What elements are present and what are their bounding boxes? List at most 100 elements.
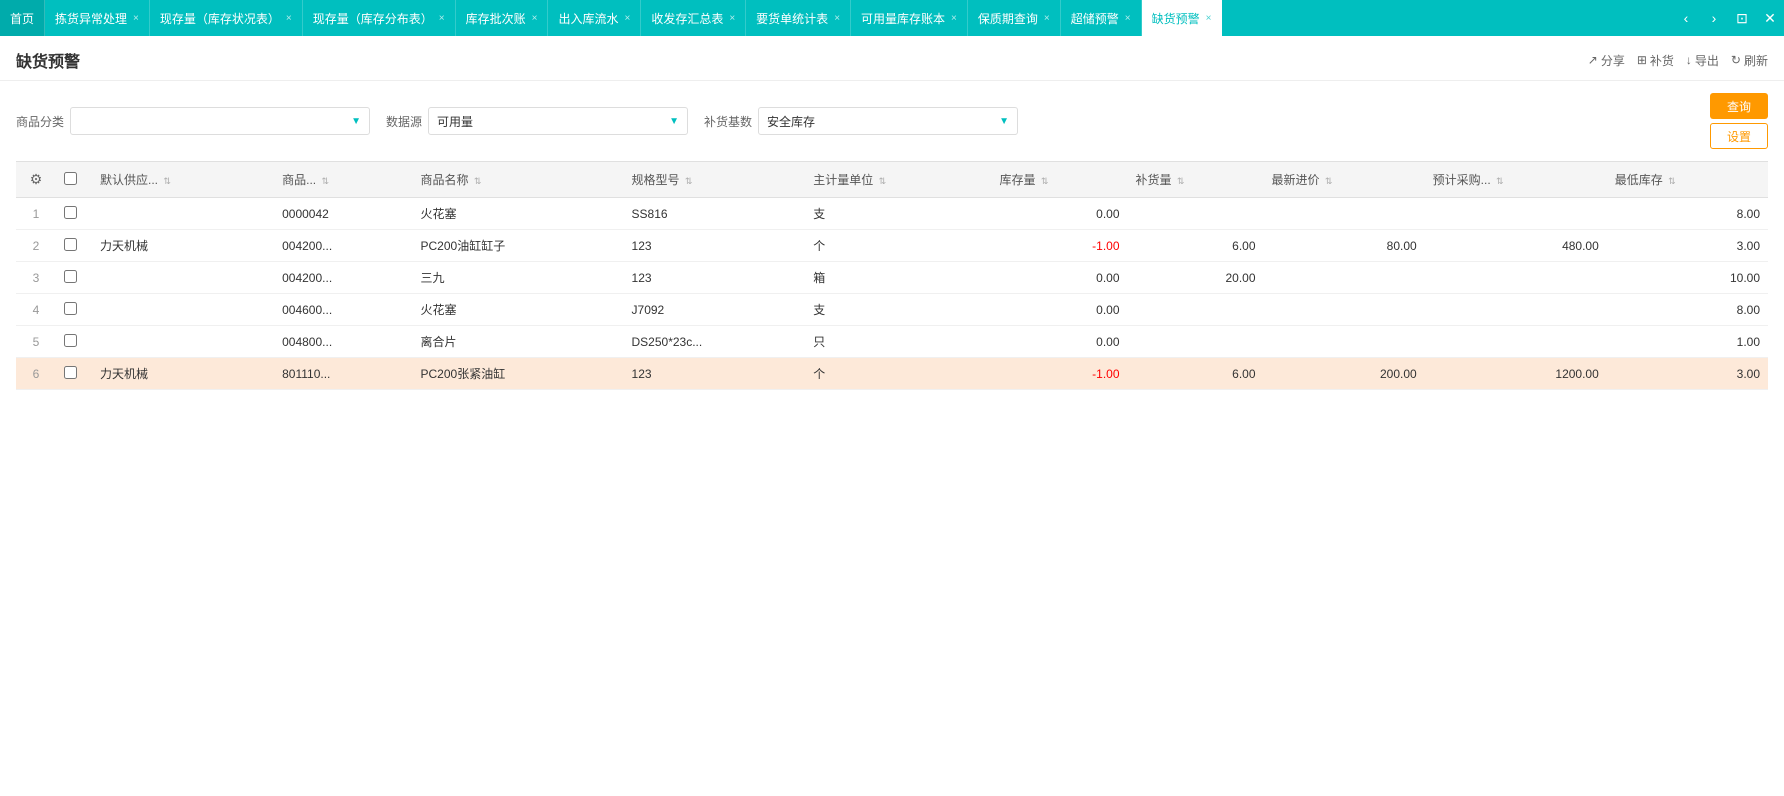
nav-tab-picking[interactable]: 拣货异常处理 × xyxy=(45,0,150,36)
row-checkbox[interactable] xyxy=(64,206,77,219)
nav-restore-button[interactable]: ⊡ xyxy=(1728,0,1756,36)
datasource-select[interactable]: 可用量 ▼ xyxy=(428,107,688,135)
row-product-name: 火花塞 xyxy=(413,198,624,230)
share-button[interactable]: ↗ 分享 xyxy=(1588,52,1625,69)
close-tab-icon[interactable]: × xyxy=(834,13,840,24)
row-stock: 0.00 xyxy=(992,294,1128,326)
row-min-stock: 3.00 xyxy=(1607,230,1768,262)
nav-tab-expiry[interactable]: 保质期查询 × xyxy=(968,0,1061,36)
row-min-stock: 1.00 xyxy=(1607,326,1768,358)
close-tab-icon[interactable]: × xyxy=(439,13,445,24)
row-stock: -1.00 xyxy=(992,358,1128,390)
row-supplier xyxy=(92,198,274,230)
replenish-base-select-value: 安全库存 xyxy=(767,113,815,130)
row-latest-price xyxy=(1264,326,1425,358)
col-replenish-qty[interactable]: 补货量 ⇅ xyxy=(1128,162,1264,198)
nav-tab-inventory2[interactable]: 现存量（库存分布表） × xyxy=(303,0,456,36)
nav-tab-inout[interactable]: 出入库流水 × xyxy=(548,0,641,36)
col-latest-price[interactable]: 最新进价 ⇅ xyxy=(1264,162,1425,198)
select-all-checkbox[interactable] xyxy=(64,172,77,185)
close-tab-icon[interactable]: × xyxy=(133,13,139,24)
replenish-button[interactable]: ⊞ 补货 xyxy=(1637,52,1674,69)
category-select[interactable]: ▼ xyxy=(70,107,370,135)
sort-arrows-icon: ⇅ xyxy=(321,176,329,186)
close-tab-icon[interactable]: × xyxy=(1125,13,1131,24)
settings-button[interactable]: 设置 xyxy=(1710,123,1768,149)
share-icon: ↗ xyxy=(1588,53,1598,67)
row-est-purchase xyxy=(1425,294,1607,326)
sort-arrows-icon: ⇅ xyxy=(474,176,482,186)
row-latest-price: 80.00 xyxy=(1264,230,1425,262)
col-est-purchase[interactable]: 预计采购... ⇅ xyxy=(1425,162,1607,198)
replenish-base-filter-group: 补货基数 安全库存 ▼ xyxy=(704,107,1018,135)
row-latest-price xyxy=(1264,198,1425,230)
row-checkbox[interactable] xyxy=(64,302,77,315)
row-spec: J7092 xyxy=(624,294,806,326)
nav-tab-inventory1[interactable]: 现存量（库存状况表） × xyxy=(150,0,303,36)
row-stock: 0.00 xyxy=(992,326,1128,358)
page-title: 缺货预警 xyxy=(16,48,80,72)
refresh-button[interactable]: ↻ 刷新 xyxy=(1731,52,1768,69)
export-icon: ↓ xyxy=(1686,53,1692,67)
col-product-name[interactable]: 商品名称 ⇅ xyxy=(413,162,624,198)
col-unit[interactable]: 主计量单位 ⇅ xyxy=(805,162,991,198)
nav-tab-demand[interactable]: 要货单统计表 × xyxy=(746,0,851,36)
row-stock: 0.00 xyxy=(992,262,1128,294)
close-tab-icon[interactable]: × xyxy=(624,13,630,24)
col-supplier[interactable]: 默认供应... ⇅ xyxy=(92,162,274,198)
row-unit: 个 xyxy=(805,358,991,390)
nav-tab-summary[interactable]: 收发存汇总表 × xyxy=(641,0,746,36)
header-actions: ↗ 分享 ⊞ 补货 ↓ 导出 ↻ 刷新 xyxy=(1588,52,1768,69)
col-settings: ⚙ xyxy=(16,162,56,198)
row-supplier xyxy=(92,326,274,358)
col-product-code[interactable]: 商品... ⇅ xyxy=(274,162,412,198)
col-stock[interactable]: 库存量 ⇅ xyxy=(992,162,1128,198)
row-checkbox-cell xyxy=(56,358,92,390)
table-body: 1 0000042 火花塞 SS816 支 0.00 8.00 2 力天机械 0… xyxy=(16,198,1768,390)
row-replenish-qty: 6.00 xyxy=(1128,230,1264,262)
row-checkbox[interactable] xyxy=(64,334,77,347)
nav-close-button[interactable]: ✕ xyxy=(1756,0,1784,36)
row-number: 3 xyxy=(16,262,56,294)
row-product-name: 三九 xyxy=(413,262,624,294)
close-tab-icon[interactable]: × xyxy=(1044,13,1050,24)
close-tab-icon[interactable]: × xyxy=(729,13,735,24)
nav-next-button[interactable]: › xyxy=(1700,0,1728,36)
row-supplier xyxy=(92,294,274,326)
row-min-stock: 10.00 xyxy=(1607,262,1768,294)
row-checkbox[interactable] xyxy=(64,238,77,251)
close-active-tab-icon[interactable]: × xyxy=(1206,13,1212,24)
sort-arrows-icon: ⇅ xyxy=(1496,176,1504,186)
row-checkbox-cell xyxy=(56,262,92,294)
close-tab-icon[interactable]: × xyxy=(286,13,292,24)
query-button[interactable]: 查询 xyxy=(1710,93,1768,119)
row-unit: 箱 xyxy=(805,262,991,294)
category-label: 商品分类 xyxy=(16,113,64,130)
row-spec: 123 xyxy=(624,230,806,262)
row-est-purchase: 480.00 xyxy=(1425,230,1607,262)
nav-tab-batch[interactable]: 库存批次账 × xyxy=(456,0,549,36)
nav-prev-button[interactable]: ‹ xyxy=(1672,0,1700,36)
replenish-base-select[interactable]: 安全库存 ▼ xyxy=(758,107,1018,135)
nav-tab-home[interactable]: 首页 xyxy=(0,0,45,36)
row-est-purchase xyxy=(1425,326,1607,358)
row-est-purchase: 1200.00 xyxy=(1425,358,1607,390)
row-replenish-qty xyxy=(1128,198,1264,230)
row-checkbox[interactable] xyxy=(64,366,77,379)
close-tab-icon[interactable]: × xyxy=(951,13,957,24)
export-button[interactable]: ↓ 导出 xyxy=(1686,52,1719,69)
col-spec[interactable]: 规格型号 ⇅ xyxy=(624,162,806,198)
datasource-select-value: 可用量 xyxy=(437,113,473,130)
col-min-stock[interactable]: 最低库存 ⇅ xyxy=(1607,162,1768,198)
row-min-stock: 8.00 xyxy=(1607,198,1768,230)
table-row: 6 力天机械 801110... PC200张紧油缸 123 个 -1.00 6… xyxy=(16,358,1768,390)
gear-icon[interactable]: ⚙ xyxy=(30,171,43,187)
row-est-purchase xyxy=(1425,198,1607,230)
close-tab-icon[interactable]: × xyxy=(532,13,538,24)
sort-arrows-icon: ⇅ xyxy=(163,176,171,186)
nav-tab-available[interactable]: 可用量库存账本 × xyxy=(851,0,968,36)
sort-arrows-icon: ⇅ xyxy=(1668,176,1676,186)
row-checkbox[interactable] xyxy=(64,270,77,283)
nav-tab-shortage[interactable]: 缺货预警 × xyxy=(1142,0,1223,36)
nav-tab-overstock[interactable]: 超储预警 × xyxy=(1061,0,1142,36)
